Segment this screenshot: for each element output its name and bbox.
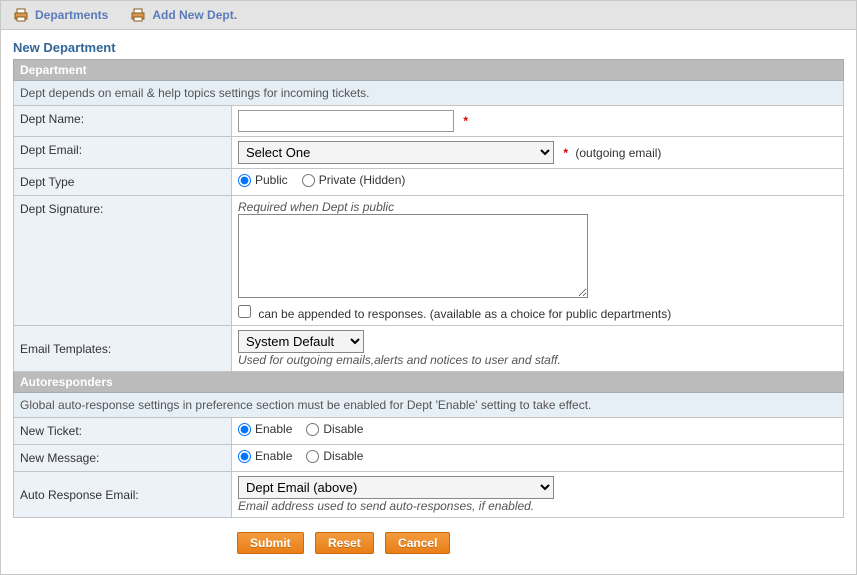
new-message-enable-label: Enable <box>255 449 292 463</box>
new-ticket-disable-radio[interactable] <box>306 423 319 436</box>
dept-signature-label: Dept Signature: <box>14 196 232 326</box>
section-header-autoresponders: Autoresponders <box>14 372 844 393</box>
new-message-disable-radio[interactable] <box>306 450 319 463</box>
button-row: Submit Reset Cancel <box>13 518 844 554</box>
new-ticket-enable-radio[interactable] <box>238 423 251 436</box>
section-header-department: Department <box>14 60 844 81</box>
dept-type-public-label: Public <box>255 173 288 187</box>
required-marker: * <box>563 146 568 160</box>
required-marker: * <box>463 114 468 128</box>
dept-type-public-radio[interactable] <box>238 174 251 187</box>
auto-response-email-select[interactable]: Dept Email (above) <box>238 476 554 499</box>
dept-email-label: Dept Email: <box>14 137 232 169</box>
dept-email-aftertext: (outgoing email) <box>575 146 661 160</box>
form-table: Department Dept depends on email & help … <box>13 59 844 518</box>
add-new-dept-link[interactable]: Add New Dept. <box>130 7 237 23</box>
dept-type-label: Dept Type <box>14 169 232 196</box>
email-templates-note: Used for outgoing emails,alerts and noti… <box>238 353 837 367</box>
auto-response-email-label: Auto Response Email: <box>14 472 232 518</box>
dept-signature-append-checkbox[interactable] <box>238 305 251 318</box>
page-title: New Department <box>13 40 844 55</box>
new-ticket-label: New Ticket: <box>14 418 232 445</box>
departments-link[interactable]: Departments <box>13 7 108 23</box>
new-message-disable-label: Disable <box>323 449 363 463</box>
reset-button[interactable]: Reset <box>315 532 374 554</box>
dept-signature-append-label: can be appended to responses. (available… <box>258 307 671 321</box>
dept-name-input[interactable] <box>238 110 454 132</box>
email-templates-label: Email Templates: <box>14 326 232 372</box>
section-hint-autoresponders: Global auto-response settings in prefere… <box>14 393 844 418</box>
email-templates-select[interactable]: System Default <box>238 330 364 353</box>
dept-type-private-label: Private (Hidden) <box>319 173 406 187</box>
topbar: Departments Add New Dept. <box>1 1 856 30</box>
dept-signature-note: Required when Dept is public <box>238 200 837 214</box>
new-message-enable-radio[interactable] <box>238 450 251 463</box>
departments-label: Departments <box>35 8 108 22</box>
content-area: New Department Department Dept depends o… <box>1 30 856 574</box>
new-ticket-disable-label: Disable <box>323 422 363 436</box>
dept-signature-textarea[interactable] <box>238 214 588 298</box>
auto-response-email-note: Email address used to send auto-response… <box>238 499 837 513</box>
cancel-button[interactable]: Cancel <box>385 532 450 554</box>
dept-name-label: Dept Name: <box>14 106 232 137</box>
printer-icon <box>130 7 146 23</box>
printer-icon <box>13 7 29 23</box>
section-hint-department: Dept depends on email & help topics sett… <box>14 81 844 106</box>
dept-email-select[interactable]: Select One <box>238 141 554 164</box>
new-message-label: New Message: <box>14 445 232 472</box>
submit-button[interactable]: Submit <box>237 532 304 554</box>
new-ticket-enable-label: Enable <box>255 422 292 436</box>
page-container: Departments Add New Dept. New Department… <box>0 0 857 575</box>
dept-type-private-radio[interactable] <box>302 174 315 187</box>
add-new-dept-label: Add New Dept. <box>152 8 237 22</box>
